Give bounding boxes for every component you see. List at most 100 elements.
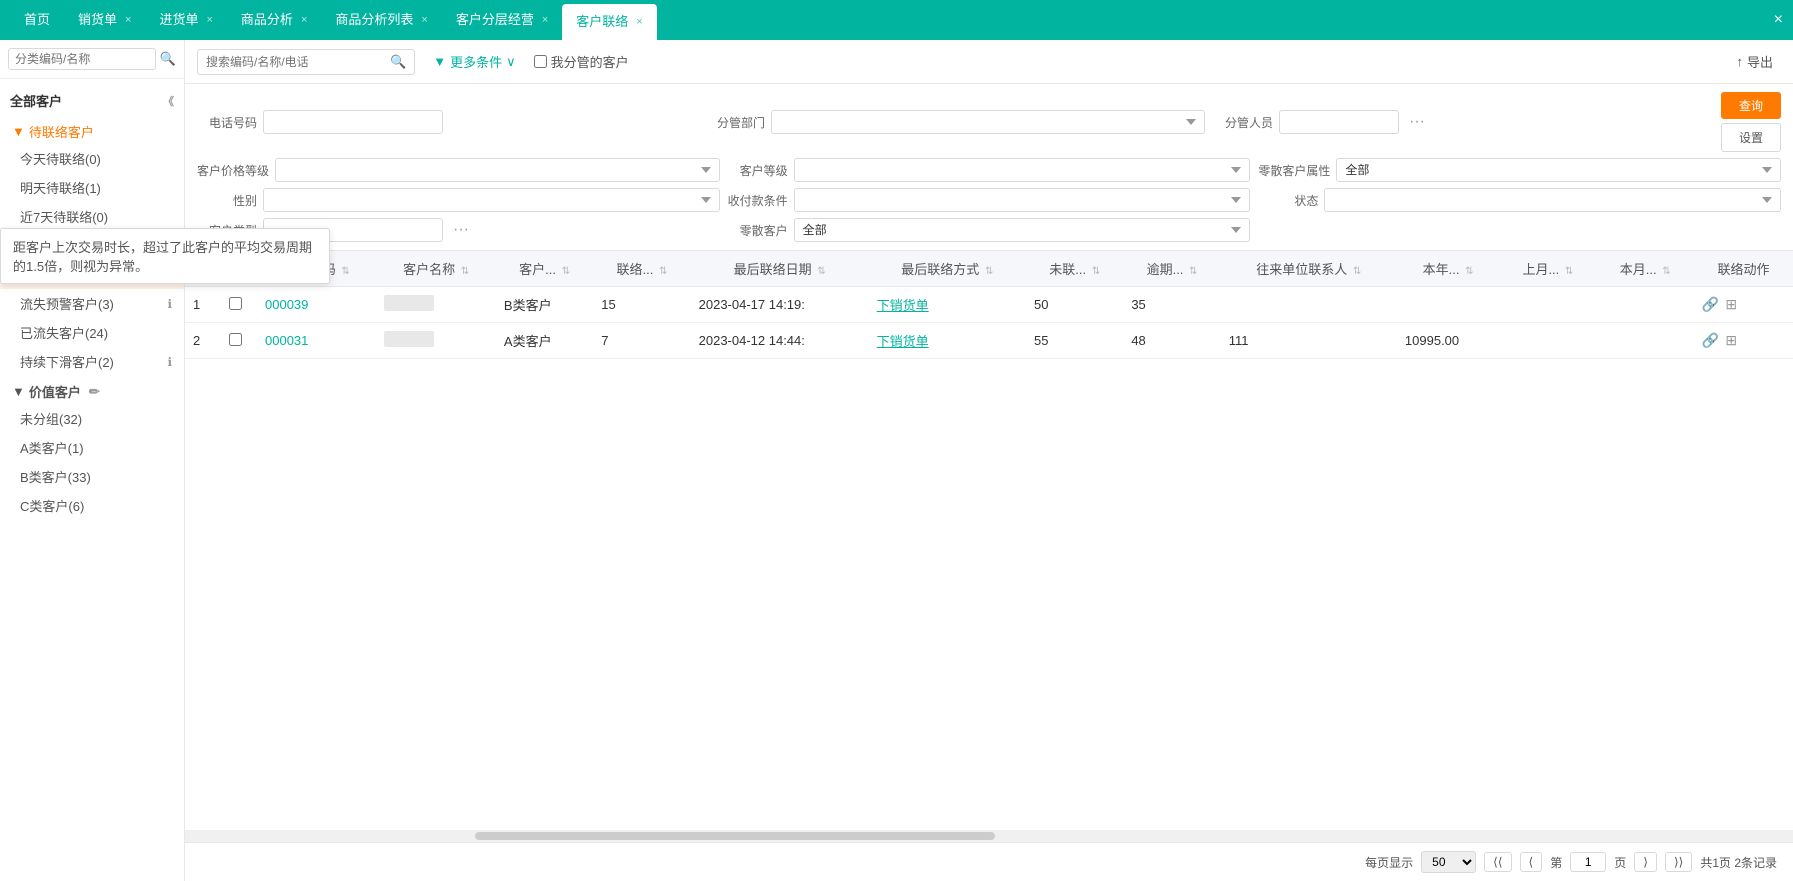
th-name[interactable]: 客户名称 ⇅: [376, 251, 495, 287]
query-button[interactable]: 查询: [1721, 92, 1781, 119]
sidebar-value-customers-group[interactable]: ▼ 价值客户 ✏: [0, 376, 184, 404]
my-customers-checkbox[interactable]: [534, 55, 547, 68]
th-contacts[interactable]: 联络... ⇅: [593, 251, 690, 287]
more-conditions-button[interactable]: ▼ 更多条件 ∨: [425, 48, 523, 75]
td-code-1[interactable]: 000039: [257, 287, 376, 323]
info-icon-3: ℹ: [167, 355, 172, 369]
next-page-button[interactable]: ⟩: [1634, 852, 1657, 872]
filter-row-3: 性别 收付款条件 状态: [197, 188, 1781, 212]
th-this-month[interactable]: 本月... ⇅: [1597, 251, 1694, 287]
filter-cell-price-level: 客户价格等级: [197, 158, 720, 182]
nav-product-analysis[interactable]: 商品分析 ×: [227, 0, 321, 40]
sidebar-all-customers[interactable]: 全部客户 《: [0, 85, 184, 116]
first-page-button[interactable]: ⟨⟨: [1484, 852, 1511, 872]
export-icon: ↑: [1736, 54, 1743, 69]
td-last-method-2[interactable]: 下销货单: [869, 323, 1026, 359]
search-input[interactable]: [206, 55, 386, 69]
gender-select[interactable]: [263, 188, 720, 212]
sidebar-search-icon[interactable]: 🔍: [160, 51, 176, 67]
th-last-contact-date[interactable]: 最后联络日期 ⇅: [691, 251, 869, 287]
row-checkbox-1[interactable]: [229, 297, 242, 310]
nav-sales-order[interactable]: 销货单 ×: [64, 0, 145, 40]
td-uncontacted-2: 55: [1026, 323, 1123, 359]
triangle-icon-2: ▼: [12, 384, 25, 399]
th-this-year[interactable]: 本年... ⇅: [1397, 251, 1499, 287]
nav-close-product-analysis[interactable]: ×: [301, 0, 307, 40]
sidebar-item-lost-warning[interactable]: 流失预警客户(3) ℹ: [0, 289, 184, 318]
td-last-date-1: 2023-04-17 14:19:: [691, 287, 869, 323]
td-index-1: 1: [185, 287, 221, 323]
retail-customer-select[interactable]: 全部: [794, 218, 1251, 242]
td-checkbox-1: [221, 287, 257, 323]
row-grid-icon-2[interactable]: ⊞: [1725, 332, 1737, 349]
price-level-select[interactable]: [275, 158, 720, 182]
sidebar-collapse-icon: 《: [163, 93, 174, 109]
nav-customer-contact[interactable]: 客户联络 ×: [562, 4, 656, 40]
nav-customer-segmentation[interactable]: 客户分层经营 ×: [442, 0, 562, 40]
filter-cell-retail-customer: 零散客户 全部: [728, 218, 1251, 242]
sidebar-item-unclassified[interactable]: 未分组(32): [0, 404, 184, 433]
scrollbar-thumb[interactable]: [475, 832, 995, 840]
th-company-contact[interactable]: 往来单位联系人 ⇅: [1221, 251, 1397, 287]
nav-home[interactable]: 首页: [10, 0, 64, 40]
sidebar-item-a-class[interactable]: A类客户(1): [0, 433, 184, 462]
th-class[interactable]: 客户... ⇅: [496, 251, 593, 287]
phone-input[interactable]: [263, 110, 443, 134]
nav-close-product-analysis-list[interactable]: ×: [421, 0, 427, 40]
sidebar-pending-contact-group[interactable]: ▼ 待联络客户: [0, 116, 184, 144]
nav-product-analysis-list[interactable]: 商品分析列表 ×: [321, 0, 441, 40]
filter-cell-payment: 收付款条件: [728, 188, 1251, 212]
prev-page-button[interactable]: ⟨: [1520, 852, 1543, 872]
nav-close-all-button[interactable]: ×: [1774, 11, 1783, 29]
sidebar-item-b-class[interactable]: B类客户(33): [0, 462, 184, 491]
nav-close-customer-segmentation[interactable]: ×: [542, 0, 548, 40]
manager-ellipsis[interactable]: ···: [1405, 113, 1429, 131]
customer-table: ⚙ 客户编码 ⇅ 客户名称 ⇅: [185, 251, 1793, 359]
top-nav: 首页 销货单 × 进货单 × 商品分析 × 商品分析列表 × 客户分层经营 × …: [0, 0, 1793, 40]
dept-select[interactable]: [771, 110, 1205, 134]
nav-close-customer-contact[interactable]: ×: [636, 4, 642, 40]
customer-type-ellipsis[interactable]: ···: [449, 221, 473, 239]
filter-form: 电话号码 分管部门 分管人员 ··· 查询 设置: [185, 84, 1793, 251]
content-area: 🔍 ▼ 更多条件 ∨ 我分管的客户 ↑ 导出 电话号码: [185, 40, 1793, 881]
th-uncontacted[interactable]: 未联... ⇅: [1026, 251, 1123, 287]
settings-button[interactable]: 设置: [1721, 123, 1781, 152]
manager-input[interactable]: [1279, 110, 1399, 134]
last-page-button[interactable]: ⟩⟩: [1665, 852, 1692, 872]
horizontal-scrollbar[interactable]: [185, 830, 1793, 842]
status-select[interactable]: [1324, 188, 1781, 212]
nav-close-purchase-order[interactable]: ×: [206, 0, 212, 40]
export-button[interactable]: ↑ 导出: [1728, 48, 1781, 75]
sidebar-item-already-lost[interactable]: 已流失客户(24): [0, 318, 184, 347]
sort-method-icon: ⇅: [985, 266, 993, 277]
payment-select[interactable]: [794, 188, 1251, 212]
sidebar-item-tomorrow[interactable]: 明天待联络(1): [0, 173, 184, 202]
td-code-2[interactable]: 000031: [257, 323, 376, 359]
th-last-contact-method[interactable]: 最后联络方式 ⇅: [869, 251, 1026, 287]
search-icon[interactable]: 🔍: [390, 54, 406, 70]
row-link-icon-1[interactable]: 🔗: [1702, 296, 1719, 313]
sort-contacts-icon: ⇅: [659, 266, 667, 277]
td-last-method-1[interactable]: 下销货单: [869, 287, 1026, 323]
th-overdue[interactable]: 逾期... ⇅: [1123, 251, 1220, 287]
filter-cell-retail-attr: 零散客户属性 全部: [1258, 158, 1781, 182]
nav-purchase-order[interactable]: 进货单 ×: [145, 0, 226, 40]
row-checkbox-2[interactable]: [229, 333, 242, 346]
customer-level-select[interactable]: [794, 158, 1251, 182]
row-grid-icon-1[interactable]: ⊞: [1725, 296, 1737, 313]
sidebar-item-7days[interactable]: 近7天待联络(0): [0, 202, 184, 231]
edit-icon[interactable]: ✏: [89, 384, 100, 400]
sidebar-item-today[interactable]: 今天待联络(0): [0, 144, 184, 173]
retail-attr-select[interactable]: 全部: [1336, 158, 1781, 182]
sidebar-item-persistent-decline[interactable]: 持续下滑客户(2) ℹ: [0, 347, 184, 376]
page-input[interactable]: [1570, 852, 1606, 872]
per-page-select[interactable]: 50 20 100: [1421, 851, 1476, 873]
info-icon-2: ℹ: [167, 297, 172, 311]
sidebar-item-c-class[interactable]: C类客户(6): [0, 491, 184, 520]
sidebar-search-input[interactable]: [8, 48, 156, 70]
row-actions-1: 🔗 ⊞: [1702, 296, 1785, 313]
th-last-month[interactable]: 上月... ⇅: [1499, 251, 1596, 287]
row-link-icon-2[interactable]: 🔗: [1702, 332, 1719, 349]
th-actions: 联络动作: [1694, 251, 1793, 287]
nav-close-sales-order[interactable]: ×: [125, 0, 131, 40]
